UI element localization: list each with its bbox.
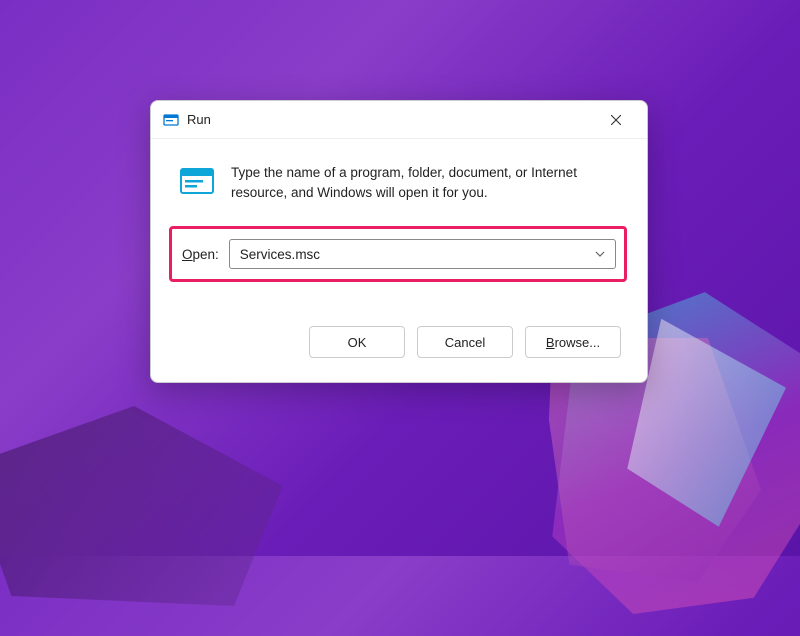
dialog-body: Type the name of a program, folder, docu… bbox=[151, 139, 647, 304]
browse-button[interactable]: Browse... bbox=[525, 326, 621, 358]
run-icon bbox=[163, 112, 179, 128]
ok-button[interactable]: OK bbox=[309, 326, 405, 358]
close-icon bbox=[611, 115, 621, 125]
open-input[interactable] bbox=[240, 247, 593, 262]
close-button[interactable] bbox=[593, 104, 639, 136]
titlebar[interactable]: Run bbox=[151, 101, 647, 139]
highlight-annotation: Open: bbox=[169, 226, 627, 282]
run-dialog: Run Type the name of a program, folder, … bbox=[150, 100, 648, 383]
open-row: Open: bbox=[172, 239, 624, 269]
button-row: OK Cancel Browse... bbox=[151, 304, 647, 382]
background-shape bbox=[0, 406, 294, 606]
dialog-title: Run bbox=[187, 112, 593, 127]
info-row: Type the name of a program, folder, docu… bbox=[179, 163, 619, 202]
chevron-down-icon[interactable] bbox=[593, 247, 607, 262]
open-combobox[interactable] bbox=[229, 239, 616, 269]
open-label: Open: bbox=[182, 247, 219, 262]
run-large-icon bbox=[179, 163, 215, 199]
cancel-button[interactable]: Cancel bbox=[417, 326, 513, 358]
dialog-description: Type the name of a program, folder, docu… bbox=[231, 163, 619, 202]
